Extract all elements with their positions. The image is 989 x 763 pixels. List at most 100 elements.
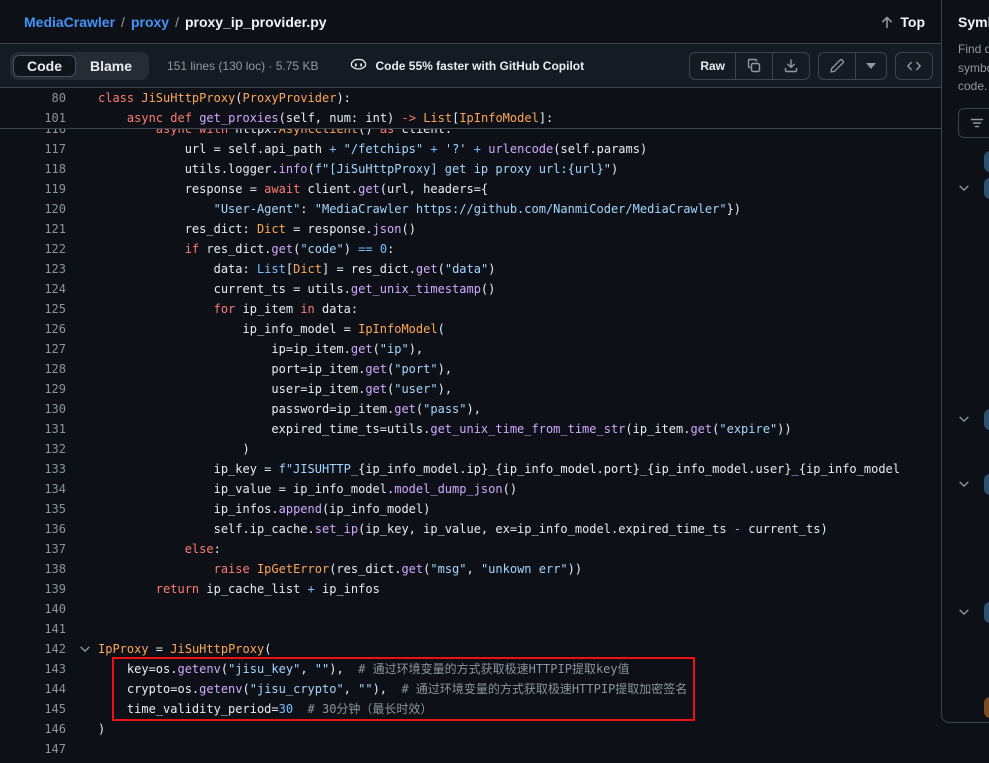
code-text: expired_time_ts=utils.get_unix_time_from… — [98, 419, 941, 439]
arrow-up-icon — [879, 14, 895, 30]
code-text: ) — [98, 439, 941, 459]
line-number[interactable]: 122 — [0, 239, 72, 259]
line-number[interactable]: 144 — [0, 679, 72, 699]
line-number[interactable]: 138 — [0, 559, 72, 579]
symbol-tree-item[interactable] — [942, 473, 989, 495]
breadcrumb-separator: / — [175, 14, 179, 30]
line-number[interactable]: 135 — [0, 499, 72, 519]
line-number[interactable]: 121 — [0, 219, 72, 239]
symbol-kind-icon — [984, 178, 989, 199]
code-line: 127 ip=ip_item.get("ip"), — [0, 339, 941, 359]
edit-file-button[interactable] — [819, 53, 855, 79]
code-text: ) — [98, 719, 941, 739]
code-line: 143 key=os.getenv("jisu_key", ""), # 通过环… — [0, 659, 941, 679]
chevron-down-icon[interactable] — [957, 605, 971, 619]
line-number[interactable]: 130 — [0, 399, 72, 419]
line-number[interactable]: 129 — [0, 379, 72, 399]
symbol-kind-icon — [984, 409, 989, 430]
line-number[interactable]: 123 — [0, 259, 72, 279]
code-text: self.ip_cache.set_ip(ip_key, ip_value, e… — [98, 519, 941, 539]
code-line: 101 async def get_proxies(self, num: int… — [0, 108, 941, 128]
line-number[interactable]: 125 — [0, 299, 72, 319]
symbol-tree-item[interactable] — [942, 177, 989, 199]
line-number[interactable]: 134 — [0, 479, 72, 499]
line-number[interactable]: 118 — [0, 159, 72, 179]
collapse-chevron-icon[interactable] — [72, 639, 98, 659]
gutter — [72, 559, 98, 579]
line-number[interactable]: 120 — [0, 199, 72, 219]
line-number[interactable]: 127 — [0, 339, 72, 359]
breadcrumb-dir-link[interactable]: proxy — [131, 14, 169, 30]
file-stats: 151 lines (130 loc) · 5.75 KB — [167, 59, 318, 73]
line-number[interactable]: 147 — [0, 739, 72, 759]
code-blame-switch: Code Blame — [10, 52, 149, 80]
code-text: for ip_item in data: — [98, 299, 941, 319]
line-number[interactable]: 137 — [0, 539, 72, 559]
download-raw-button[interactable] — [772, 53, 809, 79]
line-number[interactable]: 128 — [0, 359, 72, 379]
code-line: 139 return ip_cache_list + ip_infos — [0, 579, 941, 599]
line-number[interactable]: 146 — [0, 719, 72, 739]
code-line: 119 response = await client.get(url, hea… — [0, 179, 941, 199]
code-line: 135 ip_infos.append(ip_info_model) — [0, 499, 941, 519]
line-number[interactable]: 142 — [0, 639, 72, 659]
edit-dropdown-button[interactable] — [855, 53, 886, 79]
code-line: 140 — [0, 599, 941, 619]
chevron-down-icon[interactable] — [957, 412, 971, 426]
line-number[interactable]: 136 — [0, 519, 72, 539]
line-number[interactable]: 124 — [0, 279, 72, 299]
line-number[interactable]: 145 — [0, 699, 72, 719]
line-number[interactable]: 101 — [0, 108, 72, 128]
breadcrumb-repo-link[interactable]: MediaCrawler — [24, 14, 115, 30]
symbol-tree-item[interactable] — [942, 601, 989, 623]
code-viewport: 80class JiSuHttpProxy(ProxyProvider):101… — [0, 88, 941, 762]
gutter — [72, 539, 98, 559]
line-number[interactable]: 133 — [0, 459, 72, 479]
symbols-panel-title: Symbols — [958, 14, 989, 30]
line-number[interactable]: 126 — [0, 319, 72, 339]
gutter — [72, 259, 98, 279]
gutter — [72, 279, 98, 299]
tab-code[interactable]: Code — [13, 55, 76, 77]
symbol-kind-icon — [984, 474, 989, 495]
code-line: 128 port=ip_item.get("port"), — [0, 359, 941, 379]
code-line: 133 ip_key = f"JISUHTTP_{ip_info_model.i… — [0, 459, 941, 479]
line-number[interactable]: 132 — [0, 439, 72, 459]
line-number[interactable]: 141 — [0, 619, 72, 639]
gutter — [72, 199, 98, 219]
symbols-pane-toggle-button[interactable] — [895, 52, 933, 80]
line-number[interactable]: 131 — [0, 419, 72, 439]
toolbar-actions: Raw — [689, 52, 933, 80]
gutter — [72, 479, 98, 499]
breadcrumb-filename: proxy_ip_provider.py — [185, 14, 327, 30]
code-line: 118 utils.logger.info(f"[JiSuHttpProxy] … — [0, 159, 941, 179]
chevron-down-icon[interactable] — [957, 477, 971, 491]
line-number[interactable]: 80 — [0, 88, 72, 108]
copy-raw-button[interactable] — [735, 53, 772, 79]
filter-symbols-input[interactable] — [958, 108, 989, 138]
line-number[interactable]: 119 — [0, 179, 72, 199]
gutter — [72, 599, 98, 619]
code-symbol-icon — [906, 58, 922, 74]
breadcrumb: MediaCrawler / proxy / proxy_ip_provider… — [0, 0, 941, 44]
line-number[interactable]: 139 — [0, 579, 72, 599]
code-line: 132 ) — [0, 439, 941, 459]
symbol-tree-item[interactable] — [942, 408, 989, 430]
gutter — [72, 399, 98, 419]
gutter — [72, 379, 98, 399]
line-number[interactable]: 117 — [0, 139, 72, 159]
code-text: res_dict: Dict = response.json() — [98, 219, 941, 239]
symbol-list-item[interactable] — [942, 150, 989, 172]
chevron-down-icon[interactable] — [957, 181, 971, 195]
code-text: response = await client.get(url, headers… — [98, 179, 941, 199]
raw-copy-download-group: Raw — [689, 52, 810, 80]
tab-blame[interactable]: Blame — [76, 55, 146, 77]
line-number[interactable]: 143 — [0, 659, 72, 679]
raw-button[interactable]: Raw — [690, 53, 735, 79]
code-text: data: List[Dict] = res_dict.get("data") — [98, 259, 941, 279]
symbol-list-item[interactable] — [942, 696, 989, 718]
code-line: 136 self.ip_cache.set_ip(ip_key, ip_valu… — [0, 519, 941, 539]
code-text: ip=ip_item.get("ip"), — [98, 339, 941, 359]
line-number[interactable]: 140 — [0, 599, 72, 619]
back-to-top-button[interactable]: Top — [879, 14, 925, 30]
